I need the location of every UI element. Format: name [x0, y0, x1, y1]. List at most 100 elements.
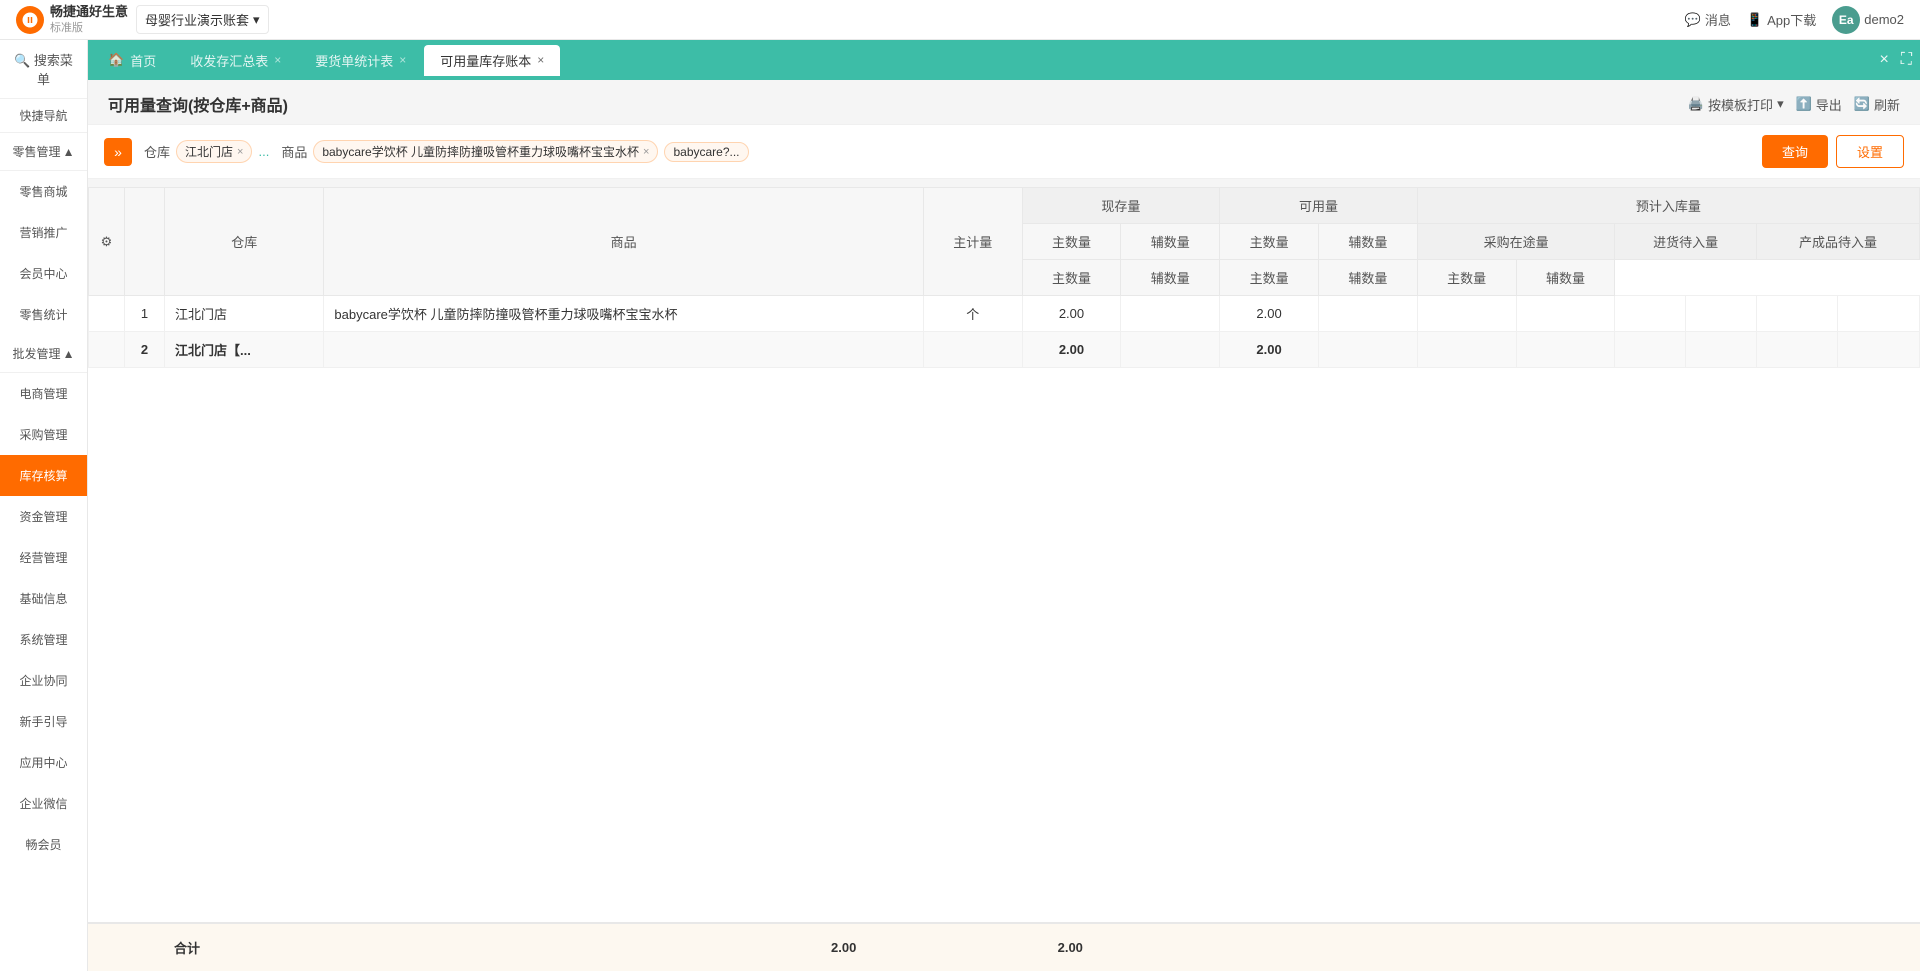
top-bar-right: 💬 消息 📱 App下载 Ea demo2	[1685, 6, 1904, 34]
td-inbound-pending-main	[1615, 296, 1686, 332]
th-settings[interactable]: ⚙	[89, 188, 125, 296]
sidebar-item-marketing[interactable]: 营销推广	[0, 212, 87, 253]
sidebar-inventory-label: 库存核算	[19, 467, 67, 484]
product-tag-1-value: babycare学饮杯 儿童防摔防撞吸管杯重力球吸嘴杯宝宝水杯	[322, 143, 639, 160]
tab-receipt-summary-close[interactable]: ×	[274, 53, 281, 67]
message-btn[interactable]: 💬 消息	[1685, 10, 1731, 29]
th-avail-main-qty: 主数量	[1220, 224, 1319, 260]
td-inbound-pending-aux	[1686, 296, 1757, 332]
sidebar-item-inventory[interactable]: 库存核算	[0, 455, 87, 496]
td-num: 1	[125, 296, 165, 332]
tab-available-ledger[interactable]: 可用量库存账本 ×	[424, 45, 560, 76]
th-purchase-transit-main: 主数量	[1022, 260, 1121, 296]
group-td-product	[324, 332, 923, 368]
sidebar-marketing-label: 营销推广	[19, 224, 67, 241]
app-download-btn[interactable]: 📱 App下载	[1747, 10, 1816, 29]
th-main-unit: 主计量	[923, 188, 1022, 296]
print-btn[interactable]: 🖨️ 按模板打印 ▾	[1688, 95, 1784, 114]
query-button[interactable]: 查询	[1762, 135, 1828, 168]
quick-nav-label: 快捷导航	[19, 109, 67, 123]
product-tag-1-close[interactable]: ×	[643, 146, 649, 158]
user-area[interactable]: Ea demo2	[1832, 6, 1904, 34]
sidebar-app-center-label: 应用中心	[19, 754, 67, 771]
logo-area: 畅捷通好生意 标准版	[16, 4, 128, 36]
sidebar-search[interactable]: 🔍 搜索菜单	[0, 40, 87, 99]
export-btn[interactable]: ⬆️ 导出	[1796, 95, 1842, 114]
footer-avail-main-qty: 2.00	[1014, 932, 1127, 963]
filter-expand-btn[interactable]: »	[104, 138, 132, 166]
warehouse-label: 仓库	[144, 142, 170, 161]
sidebar-item-retail-mall[interactable]: 零售商城	[0, 171, 87, 212]
sidebar-item-ecommerce[interactable]: 电商管理	[0, 373, 87, 414]
setting-button[interactable]: 设置	[1836, 135, 1904, 168]
tab-order-stats-label: 要货单统计表	[315, 51, 393, 70]
sidebar-item-corp-collab[interactable]: 企业协同	[0, 660, 87, 701]
tab-home[interactable]: 🏠 首页	[92, 45, 172, 76]
sidebar-item-corp-wechat[interactable]: 企业微信	[0, 783, 87, 824]
td-purchase-transit-aux	[1516, 296, 1615, 332]
warehouse-tag-close[interactable]: ×	[237, 146, 243, 158]
sidebar-item-new-guide[interactable]: 新手引导	[0, 701, 87, 742]
message-icon: 💬	[1685, 12, 1701, 28]
td-purchase-transit-main	[1417, 296, 1516, 332]
sidebar-item-operation[interactable]: 经营管理	[0, 537, 87, 578]
sidebar-item-vip[interactable]: 畅会员	[0, 824, 87, 865]
logo-subtext: 标准版	[50, 19, 128, 35]
footer-current-main-qty: 2.00	[787, 932, 900, 963]
tab-order-stats[interactable]: 要货单统计表 ×	[299, 45, 422, 76]
filter-area: » 仓库 江北门店 × ... 商品 babycare学饮杯 儿童防摔防撞吸管杯…	[88, 124, 1920, 179]
sidebar-member-label: 会员中心	[19, 265, 67, 282]
sidebar-corp-wechat-label: 企业微信	[19, 795, 67, 812]
filter-actions: 查询 设置	[1762, 135, 1904, 168]
group-td-settings	[89, 332, 125, 368]
sidebar-quick-nav[interactable]: 快捷导航	[0, 99, 87, 133]
sidebar-item-wholesale-mgmt[interactable]: 批发管理 ▲	[0, 335, 87, 373]
warehouse-more[interactable]: ...	[258, 144, 269, 159]
group-td-current-main: 2.00	[1022, 332, 1121, 368]
th-planned-inbound: 预计入库量	[1417, 188, 1919, 224]
sidebar-retail-mgmt-label: 零售管理	[13, 143, 61, 160]
group-td-unit	[923, 332, 1022, 368]
th-inbound-pending-main: 主数量	[1220, 260, 1319, 296]
sidebar-item-retail-mgmt[interactable]: 零售管理 ▲	[0, 133, 87, 171]
sidebar-item-basic-info[interactable]: 基础信息	[0, 578, 87, 619]
tab-fullscreen-btn[interactable]: ⛶	[1897, 47, 1916, 73]
th-available: 可用量	[1220, 188, 1418, 224]
td-avail-main-qty: 2.00	[1220, 296, 1319, 332]
industry-selector[interactable]: 母婴行业演示账套 ▾	[136, 5, 269, 34]
th-purchase-transit: 采购在途量	[1417, 224, 1615, 260]
th-production-pending-main: 主数量	[1417, 260, 1516, 296]
sidebar-item-finance[interactable]: 资金管理	[0, 496, 87, 537]
sidebar-basic-info-label: 基础信息	[19, 590, 67, 607]
td-avail-aux-qty	[1318, 296, 1417, 332]
sidebar-item-system[interactable]: 系统管理	[0, 619, 87, 660]
refresh-icon: 🔄	[1854, 96, 1870, 112]
group-td-warehouse: 江北门店【...	[165, 332, 324, 368]
user-name: demo2	[1864, 12, 1904, 27]
group-td-num: 2	[125, 332, 165, 368]
tab-available-ledger-close[interactable]: ×	[537, 53, 544, 67]
expand-icon: »	[114, 144, 122, 160]
message-label: 消息	[1705, 10, 1731, 29]
table-row: 1 江北门店 babycare学饮杯 儿童防摔防撞吸管杯重力球吸嘴杯宝宝水杯 个…	[89, 296, 1920, 332]
page-header: 可用量查询(按仓库+商品) 🖨️ 按模板打印 ▾ ⬆️ 导出 🔄 刷新	[88, 80, 1920, 124]
sidebar-item-app-center[interactable]: 应用中心	[0, 742, 87, 783]
sidebar-item-retail-stats[interactable]: 零售统计	[0, 294, 87, 335]
tab-receipt-summary[interactable]: 收发存汇总表 ×	[174, 45, 297, 76]
sidebar-item-purchase[interactable]: 采购管理	[0, 414, 87, 455]
sidebar-item-member-center[interactable]: 会员中心	[0, 253, 87, 294]
product-tag-2-value: babycare?...	[673, 145, 739, 159]
group-td-pt-main	[1417, 332, 1516, 368]
tab-order-stats-close[interactable]: ×	[399, 53, 406, 67]
product-tag-2: babycare?...	[664, 142, 748, 162]
table-wrapper[interactable]: ⚙ 仓库 商品 主计量 现存量 可用量 预计入库量 主数量 辅数量	[88, 187, 1920, 922]
group-td-pp-aux	[1838, 332, 1920, 368]
product-filter-group: 商品 babycare学饮杯 儿童防摔防撞吸管杯重力球吸嘴杯宝宝水杯 × bab…	[281, 140, 748, 163]
td-main-unit: 个	[923, 296, 1022, 332]
home-icon: 🏠	[108, 52, 124, 68]
tab-close-all-btn[interactable]: ×	[1875, 47, 1892, 73]
th-current-stock: 现存量	[1022, 188, 1220, 224]
logo-text-area: 畅捷通好生意 标准版	[50, 4, 128, 36]
refresh-btn[interactable]: 🔄 刷新	[1854, 95, 1900, 114]
sidebar-vip-label: 畅会员	[25, 836, 61, 853]
